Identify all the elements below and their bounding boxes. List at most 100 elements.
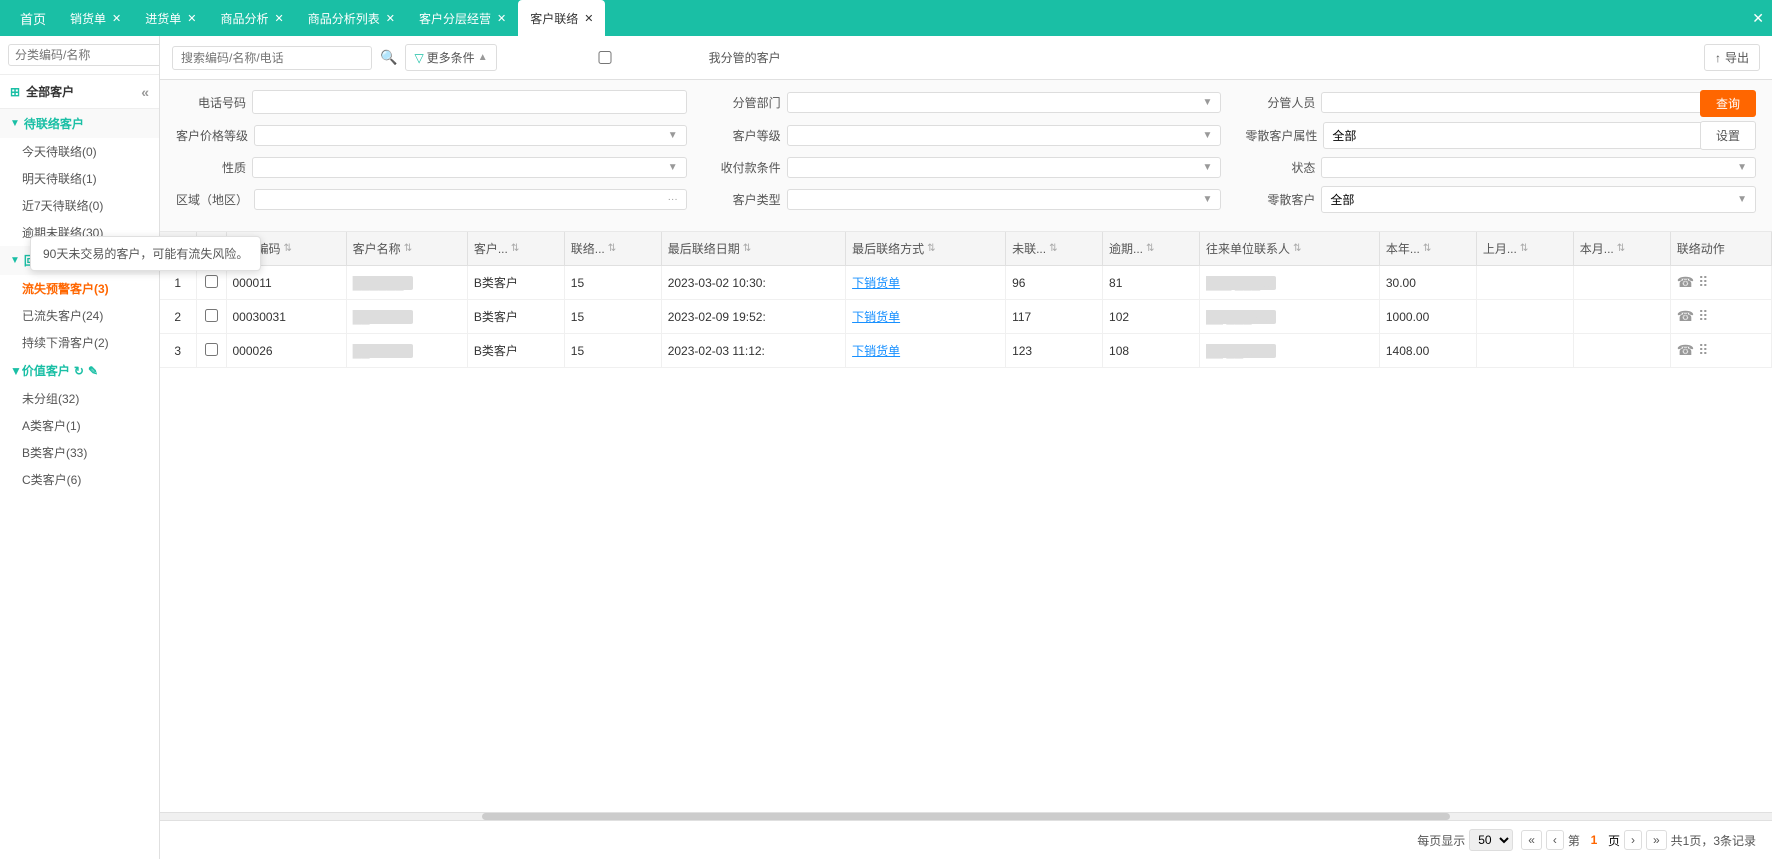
cell-actions-1: ☎ ⠿ (1670, 300, 1771, 334)
cell-last-method-2[interactable]: 下销货单 (846, 334, 1006, 368)
filter-customer-tier-select[interactable]: ▼ (787, 125, 1222, 146)
horizontal-scrollbar[interactable] (160, 812, 1772, 820)
action-more-2[interactable]: ⠿ (1698, 342, 1708, 359)
sidebar-item-today[interactable]: 今天待联络(0) (0, 138, 159, 165)
sidebar-item-class-a[interactable]: A类客户(1) (0, 412, 159, 439)
edit-icon[interactable]: ✎ (88, 364, 98, 378)
action-contact-1[interactable]: ☎ (1677, 308, 1694, 325)
th-overdue[interactable]: 逾期... ⇅ (1103, 232, 1200, 266)
close-tab-purchase[interactable]: ✕ (187, 12, 196, 25)
th-this-year[interactable]: 本年... ⇅ (1379, 232, 1476, 266)
next-page-btn[interactable]: › (1624, 830, 1642, 850)
arrow-icon-return: ▼ (10, 255, 20, 266)
filter-customer-tier-label: 客户等级 (711, 127, 781, 144)
filter-retail-customer-select[interactable]: 全部 ▼ (1321, 186, 1756, 213)
filter-dept-select[interactable]: ▼ (787, 92, 1222, 113)
filter-payment-select[interactable]: ▼ (787, 157, 1222, 178)
cell-last-date-1: 2023-02-09 19:52: (661, 300, 845, 334)
sidebar-group-value-title[interactable]: ▼ 价值客户 ↻ ✎ (0, 356, 159, 385)
tab-home[interactable]: 首页 (8, 9, 58, 28)
sidebar-search-input[interactable] (8, 44, 160, 66)
sidebar-item-class-c[interactable]: C类客户(6) (0, 466, 159, 493)
filter-status-label: 状态 (1245, 159, 1315, 176)
th-type[interactable]: 客户... ⇅ (467, 232, 564, 266)
sidebar-item-ungroup[interactable]: 未分组(32) (0, 385, 159, 412)
prev-page-btn[interactable]: ‹ (1546, 830, 1564, 850)
cell-checkbox-2[interactable] (196, 334, 226, 368)
sidebar-item-7days[interactable]: 近7天待联络(0) (0, 192, 159, 219)
filter-price-tier-select[interactable]: ▼ (254, 125, 687, 146)
cell-checkbox-1[interactable] (196, 300, 226, 334)
cell-code-1: 00030031 (226, 300, 346, 334)
search-input[interactable] (172, 46, 372, 70)
cell-last-method-0[interactable]: 下销货单 (846, 266, 1006, 300)
cell-contact-person-0: ███ ███... (1199, 266, 1379, 300)
filter-payment: 收付款条件 ▼ (711, 157, 1222, 178)
th-contact[interactable]: 联络... ⇅ (564, 232, 661, 266)
sidebar-item-churned[interactable]: 已流失客户(24) (0, 302, 159, 329)
tab-sales[interactable]: 销货单 ✕ (58, 0, 133, 36)
cell-last-method-1[interactable]: 下销货单 (846, 300, 1006, 334)
close-tab-customer-contact[interactable]: ✕ (584, 12, 593, 25)
settings-btn[interactable]: 设置 (1700, 121, 1756, 150)
th-last-month[interactable]: 上月... ⇅ (1476, 232, 1573, 266)
sidebar-item-churn-warning[interactable]: 流失预警客户(3) (0, 275, 159, 302)
scrollbar-thumb[interactable] (482, 813, 1449, 820)
filter-status-select[interactable]: ▼ (1321, 157, 1756, 178)
sidebar-group-pending-title[interactable]: ▼ 待联络客户 (0, 109, 159, 138)
last-page-btn[interactable]: » (1646, 830, 1667, 850)
filter-person-label: 分管人员 (1245, 94, 1315, 111)
th-no-contact[interactable]: 未联... ⇅ (1006, 232, 1103, 266)
filter-region-select[interactable]: ··· (254, 189, 687, 210)
close-tab-analysis[interactable]: ✕ (275, 12, 284, 25)
arrow-icon-pending: ▼ (10, 118, 20, 129)
tab-analysis[interactable]: 商品分析 ✕ (208, 0, 295, 36)
action-more-0[interactable]: ⠿ (1698, 274, 1708, 291)
action-more-1[interactable]: ⠿ (1698, 308, 1708, 325)
tab-customer-tier[interactable]: 客户分层经营 ✕ (407, 0, 518, 36)
cell-this-year-0: 30.00 (1379, 266, 1476, 300)
my-customers-checkbox[interactable] (505, 51, 705, 64)
th-this-month[interactable]: 本月... ⇅ (1573, 232, 1670, 266)
close-tab-analysis-list[interactable]: ✕ (386, 12, 395, 25)
sidebar-item-class-b[interactable]: B类客户(33) (0, 439, 159, 466)
export-icon: ↑ (1715, 51, 1721, 65)
per-page-select[interactable]: 50 (1469, 829, 1513, 851)
toolbar-right: ↑ 导出 (1704, 44, 1760, 71)
toolbar-search-icon[interactable]: 🔍 (380, 49, 397, 66)
filter-row-2: 客户价格等级 ▼ 客户等级 ▼ (176, 122, 1756, 149)
query-btn[interactable]: 查询 (1700, 90, 1756, 117)
first-page-btn[interactable]: « (1521, 830, 1542, 850)
tab-purchase[interactable]: 进货单 ✕ (133, 0, 208, 36)
tab-customer-contact[interactable]: 客户联络 ✕ (518, 0, 605, 36)
sidebar-collapse-btn[interactable]: « (141, 84, 149, 100)
window-close[interactable]: ✕ (1752, 10, 1764, 27)
close-tab-customer-tier[interactable]: ✕ (497, 12, 506, 25)
my-customers-checkbox-label[interactable]: 我分管的客户 (505, 49, 781, 66)
th-last-contact-date[interactable]: 最后联络日期 ⇅ (661, 232, 845, 266)
action-contact-0[interactable]: ☎ (1677, 274, 1694, 291)
export-btn[interactable]: ↑ 导出 (1704, 44, 1760, 71)
more-filter-btn[interactable]: ▽ 更多条件 ▲ (405, 44, 496, 71)
filter-phone-input[interactable] (252, 90, 687, 114)
filter-retail-attr-select[interactable]: 全部 ▼ (1323, 122, 1756, 149)
cell-index-1: 2 (160, 300, 196, 334)
toolbar: 🔍 ▽ 更多条件 ▲ 我分管的客户 ↑ 导出 (160, 36, 1772, 80)
cell-type-0: B类客户 (467, 266, 564, 300)
th-contact-person[interactable]: 往来单位联系人 ⇅ (1199, 232, 1379, 266)
refresh-icon[interactable]: ↻ (74, 364, 84, 378)
tab-analysis-list[interactable]: 商品分析列表 ✕ (296, 0, 407, 36)
action-contact-2[interactable]: ☎ (1677, 342, 1694, 359)
region-more-icon: ··· (668, 194, 678, 205)
cell-contact-1: 15 (564, 300, 661, 334)
filter-nature-select[interactable]: ▼ (252, 157, 687, 178)
filter-customer-type-select[interactable]: ▼ (787, 189, 1222, 210)
cell-this-year-2: 1408.00 (1379, 334, 1476, 368)
filter-region-label: 区域（地区） (176, 191, 248, 208)
filter-person-select[interactable]: ··· (1321, 92, 1756, 113)
th-last-contact-method[interactable]: 最后联络方式 ⇅ (846, 232, 1006, 266)
close-tab-sales[interactable]: ✕ (112, 12, 121, 25)
th-name[interactable]: 客户名称 ⇅ (346, 232, 467, 266)
sidebar-item-declining[interactable]: 持续下滑客户(2) (0, 329, 159, 356)
sidebar-item-tomorrow[interactable]: 明天待联络(1) (0, 165, 159, 192)
